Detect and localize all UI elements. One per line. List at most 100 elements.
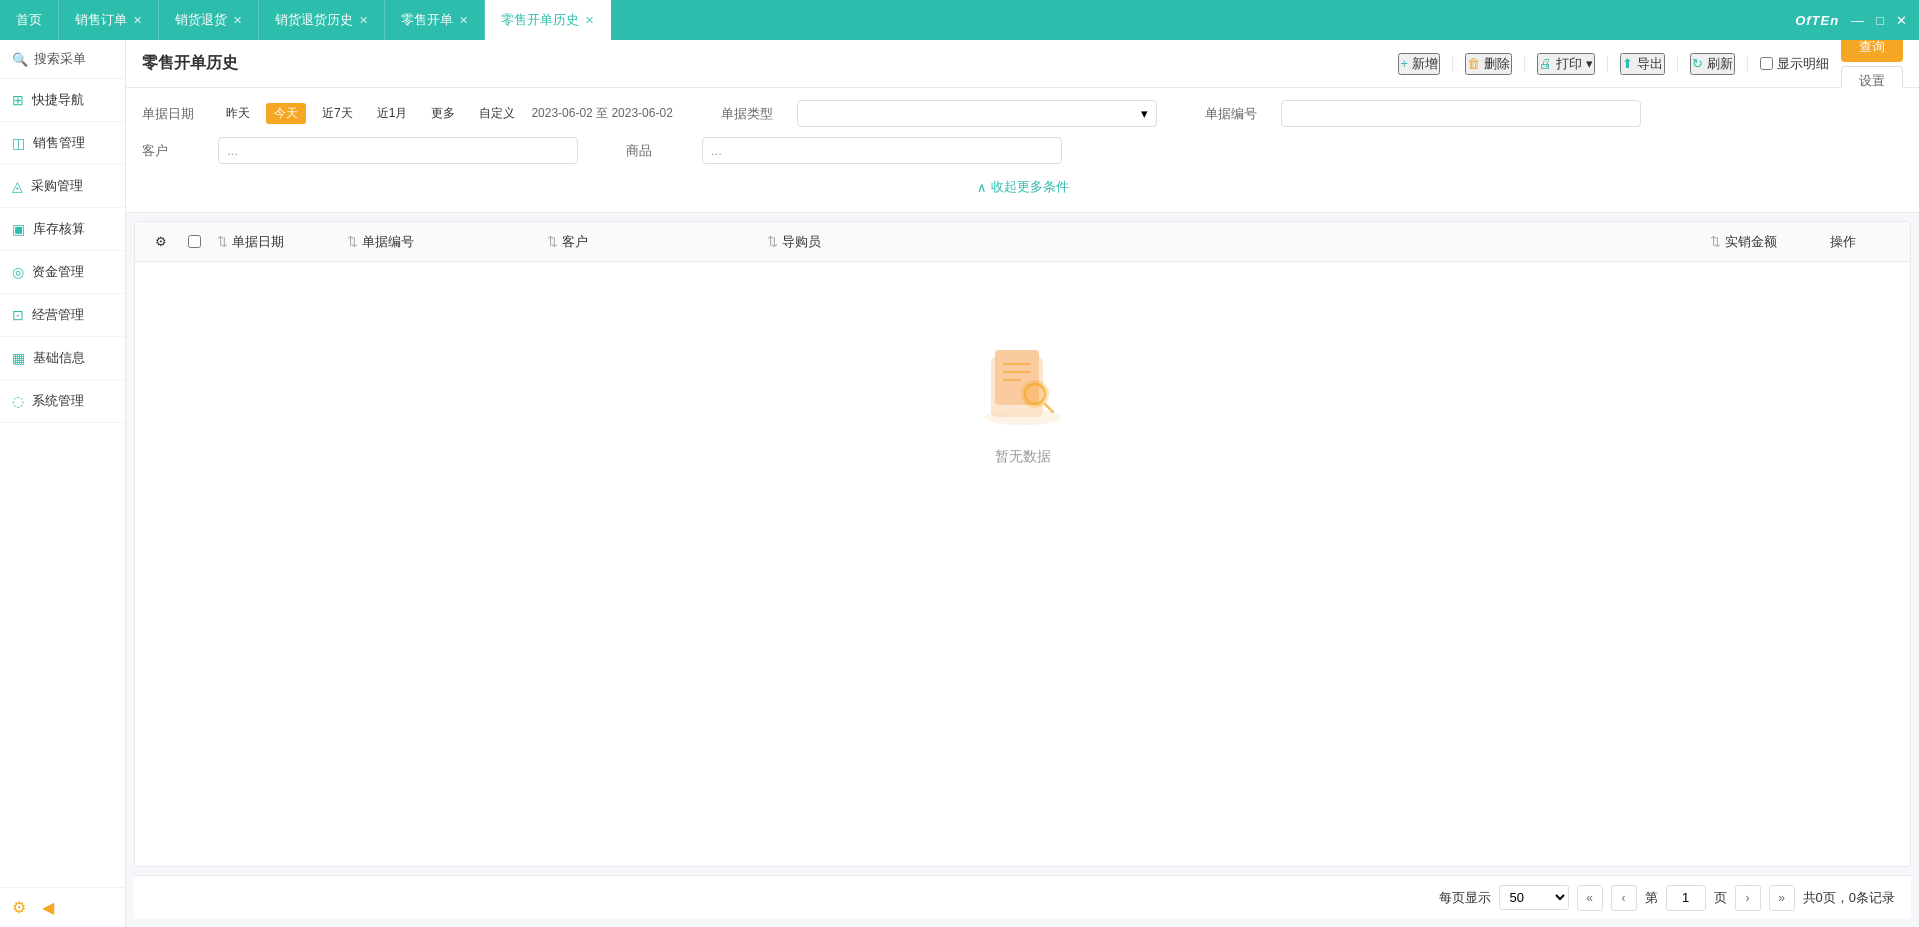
last-page-button[interactable]: » <box>1769 885 1795 911</box>
first-page-icon: « <box>1586 891 1593 905</box>
page-header: 零售开单历史 + 新增 🗑 删除 🖨 打印 ▾ <box>126 40 1919 88</box>
content-area: 零售开单历史 + 新增 🗑 删除 🖨 打印 ▾ <box>126 40 1919 927</box>
customer-input[interactable]: ... <box>218 137 578 164</box>
date-btn-yesterday[interactable]: 昨天 <box>218 103 258 124</box>
tab-retail-history-close[interactable]: ✕ <box>585 14 594 27</box>
collapse-label: 收起更多条件 <box>991 178 1069 196</box>
sidebar-search[interactable]: 🔍 搜索采单 <box>0 40 125 79</box>
table-checkbox-all[interactable] <box>179 235 209 248</box>
tab-retail-open-close[interactable]: ✕ <box>459 14 468 27</box>
basic-info-icon: ▦ <box>12 350 25 366</box>
date-btn-last-month[interactable]: 近1月 <box>369 103 416 124</box>
sidebar-item-system[interactable]: ◌ 系统管理 <box>0 380 125 423</box>
refresh-button[interactable]: ↻ 刷新 <box>1690 53 1735 75</box>
quick-nav-icon: ⊞ <box>12 92 24 108</box>
collapse-button[interactable]: ∧ 收起更多条件 <box>977 174 1069 200</box>
print-label: 打印 <box>1556 55 1582 73</box>
tab-sales-return-close[interactable]: ✕ <box>233 14 242 27</box>
prev-page-button[interactable]: ‹ <box>1611 885 1637 911</box>
sidebar-item-sales-mgmt[interactable]: ◫ 销售管理 <box>0 122 125 165</box>
add-button[interactable]: + 新增 <box>1398 53 1440 75</box>
empty-icon <box>973 342 1073 432</box>
empty-state: 暂无数据 <box>135 262 1910 546</box>
sidebar-item-sales-mgmt-label: 销售管理 <box>33 134 85 152</box>
system-icon: ◌ <box>12 393 24 409</box>
th-customer[interactable]: ⇅ 客户 <box>539 233 759 251</box>
sidebar-item-quick-nav[interactable]: ⊞ 快捷导航 <box>0 79 125 122</box>
page-input[interactable] <box>1666 885 1706 911</box>
sidebar: 🔍 搜索采单 ⊞ 快捷导航 ◫ 销售管理 ◬ 采购管理 ▣ 库存核算 ◎ 资金管… <box>0 40 126 927</box>
next-page-button[interactable]: › <box>1735 885 1761 911</box>
print-button[interactable]: 🖨 打印 ▾ <box>1537 53 1595 75</box>
tab-retail-open[interactable]: 零售开单 ✕ <box>385 0 485 40</box>
nav-tabs: 首页 销售订单 ✕ 销货退货 ✕ 销货退货历史 ✕ 零售开单 ✕ 零售开单历史 … <box>0 0 1795 40</box>
type-select[interactable]: ▾ <box>797 100 1157 127</box>
filter-collapse-row: ∧ 收起更多条件 <box>142 174 1903 200</box>
tab-sales-order-close[interactable]: ✕ <box>133 14 142 27</box>
operations-icon: ⊡ <box>12 307 24 323</box>
tab-sales-return[interactable]: 销货退货 ✕ <box>159 0 259 40</box>
sidebar-item-finance-label: 资金管理 <box>32 263 84 281</box>
sidebar-item-finance[interactable]: ◎ 资金管理 <box>0 251 125 294</box>
tab-sales-return-history[interactable]: 销货退货历史 ✕ <box>259 0 385 40</box>
tab-sales-return-history-close[interactable]: ✕ <box>359 14 368 27</box>
th-date[interactable]: ⇅ 单据日期 <box>209 233 339 251</box>
last-page-icon: » <box>1778 891 1785 905</box>
th-order-no[interactable]: ⇅ 单据编号 <box>339 233 539 251</box>
sidebar-item-inventory[interactable]: ▣ 库存核算 <box>0 208 125 251</box>
filter-row-2: 客户 ... 商品 ... <box>142 137 1903 164</box>
sidebar-item-basic-info[interactable]: ▦ 基础信息 <box>0 337 125 380</box>
tab-retail-open-label: 零售开单 <box>401 11 453 29</box>
th-order-no-label: 单据编号 <box>362 233 414 251</box>
tab-sales-order-label: 销售订单 <box>75 11 127 29</box>
per-page-select[interactable]: 50 10 20 100 <box>1499 885 1569 910</box>
sort-icon-order-no: ⇅ <box>347 234 358 249</box>
sidebar-collapse-icon[interactable]: ◀ <box>42 898 54 917</box>
sidebar-item-quick-nav-label: 快捷导航 <box>32 91 84 109</box>
sort-icon-customer: ⇅ <box>547 234 558 249</box>
print-arrow-icon: ▾ <box>1586 56 1593 71</box>
date-btn-today[interactable]: 今天 <box>266 103 306 124</box>
tab-home[interactable]: 首页 <box>0 0 59 40</box>
divider-1 <box>1452 56 1453 72</box>
th-customer-label: 客户 <box>562 233 588 251</box>
date-btn-custom[interactable]: 自定义 <box>471 103 523 124</box>
divider-5 <box>1747 56 1748 72</box>
goods-input[interactable]: ... <box>702 137 1062 164</box>
add-label: 新增 <box>1412 55 1438 73</box>
first-page-button[interactable]: « <box>1577 885 1603 911</box>
maximize-button[interactable]: □ <box>1876 13 1884 28</box>
export-button[interactable]: ⬆ 导出 <box>1620 53 1665 75</box>
sidebar-item-system-label: 系统管理 <box>32 392 84 410</box>
th-amount-label: 实销金额 <box>1725 233 1777 251</box>
close-button[interactable]: ✕ <box>1896 13 1907 28</box>
divider-4 <box>1677 56 1678 72</box>
date-btn-last7[interactable]: 近7天 <box>314 103 361 124</box>
table-container: ⚙ ⇅ 单据日期 ⇅ 单据编号 ⇅ 客户 ⇅ <box>134 221 1911 867</box>
display-checkbox[interactable] <box>1760 57 1773 70</box>
th-action-label: 操作 <box>1830 233 1856 251</box>
refresh-label: 刷新 <box>1707 55 1733 73</box>
table-settings-icon[interactable]: ⚙ <box>143 234 179 249</box>
sidebar-gear-icon[interactable]: ⚙ <box>12 898 26 917</box>
display-checkbox-container[interactable]: 显示明细 <box>1760 55 1829 73</box>
sidebar-item-basic-info-label: 基础信息 <box>33 349 85 367</box>
pagination-bar: 每页显示 50 10 20 100 « ‹ 第 页 › » 共0页，0条记录 <box>134 875 1911 919</box>
tab-retail-history[interactable]: 零售开单历史 ✕ <box>485 0 611 40</box>
sidebar-bottom: ⚙ ◀ <box>0 887 125 927</box>
th-action: 操作 <box>1822 233 1902 251</box>
tab-sales-order[interactable]: 销售订单 ✕ <box>59 0 159 40</box>
sidebar-item-operations[interactable]: ⊡ 经营管理 <box>0 294 125 337</box>
query-button[interactable]: 查询 <box>1841 40 1903 62</box>
delete-button[interactable]: 🗑 删除 <box>1465 53 1512 75</box>
order-no-input[interactable] <box>1281 100 1641 127</box>
date-btn-more[interactable]: 更多 <box>423 103 463 124</box>
th-amount[interactable]: ⇅ 实销金额 <box>1702 233 1822 251</box>
sort-icon-date: ⇅ <box>217 234 228 249</box>
select-all-checkbox[interactable] <box>188 235 201 248</box>
page-title: 零售开单历史 <box>142 53 238 74</box>
empty-text: 暂无数据 <box>995 448 1051 466</box>
sidebar-item-purchase-mgmt[interactable]: ◬ 采购管理 <box>0 165 125 208</box>
minimize-button[interactable]: — <box>1851 13 1864 28</box>
th-guide[interactable]: ⇅ 导购员 <box>759 233 879 251</box>
